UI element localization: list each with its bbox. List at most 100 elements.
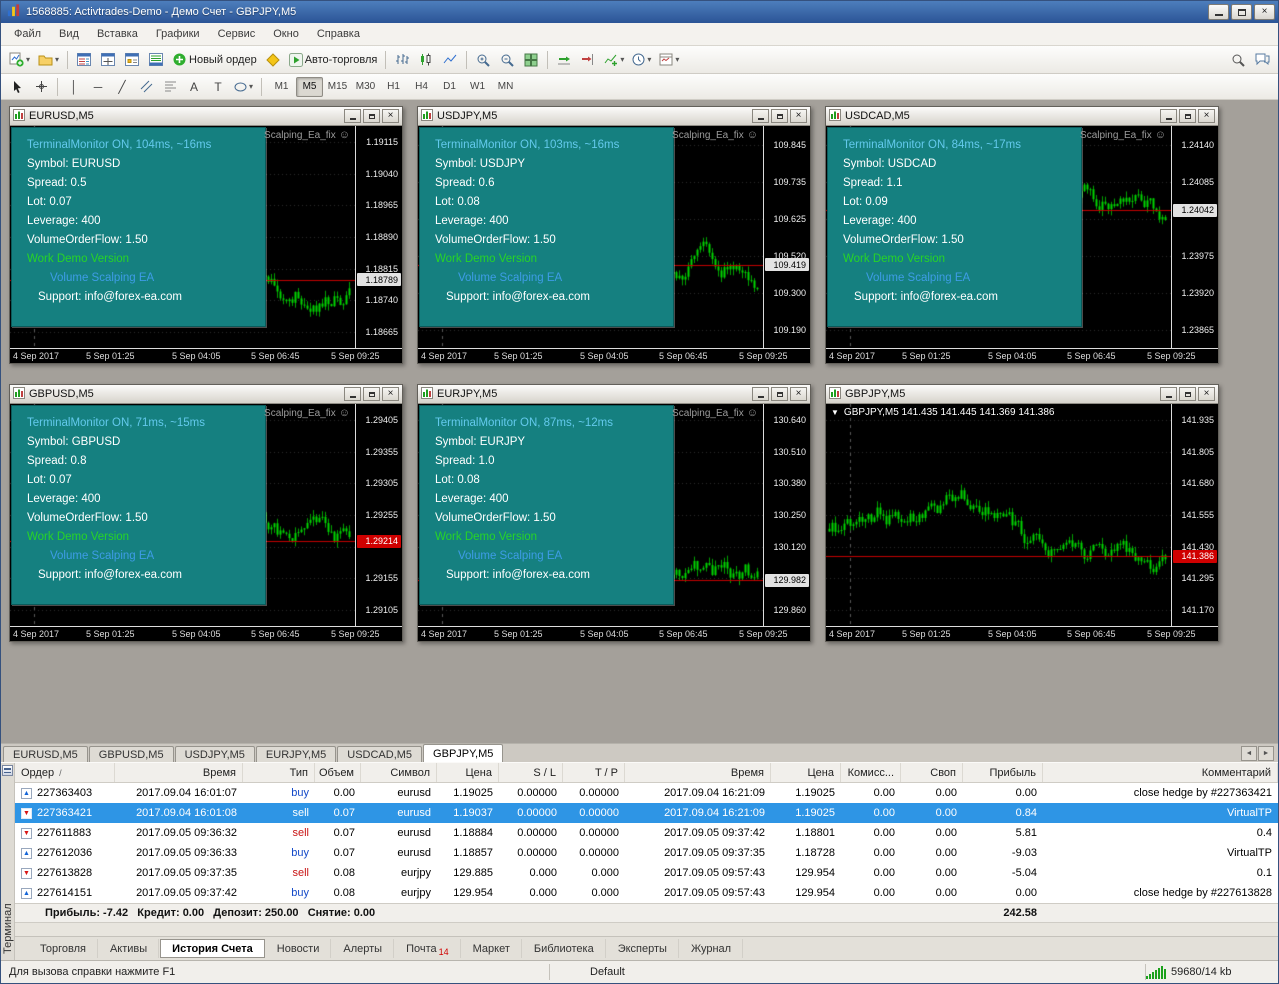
column-header-profit[interactable]: Прибыль — [963, 763, 1043, 782]
column-header-open_price[interactable]: Цена — [437, 763, 499, 782]
auto-scroll-button[interactable] — [552, 49, 576, 71]
chart-minimize-button[interactable] — [1160, 387, 1177, 401]
chart-plot-area[interactable]: TerminalMonitor ON, 103ms, ~16ms Symbol: … — [418, 126, 810, 363]
history-row[interactable]: ▼ 227611883 2017.09.05 09:36:32 sell 0.07 eur… — [15, 823, 1278, 843]
tile-windows-button[interactable] — [519, 49, 543, 71]
chart-minimize-button[interactable] — [752, 387, 769, 401]
cursor-button[interactable] — [5, 76, 29, 98]
menu-item-window[interactable]: Окно — [264, 23, 308, 45]
column-header-close_price[interactable]: Цена — [771, 763, 841, 782]
terminal-tab-alerts[interactable]: Алерты — [332, 939, 395, 958]
menu-item-help[interactable]: Справка — [308, 23, 369, 45]
search-button[interactable] — [1226, 49, 1250, 71]
terminal-tab-journal[interactable]: Журнал — [680, 939, 744, 958]
terminal-tab-market[interactable]: Маркет — [462, 939, 522, 958]
chart-titlebar[interactable]: EURJPY,M5 × — [418, 385, 810, 404]
terminal-tab-library[interactable]: Библиотека — [523, 939, 606, 958]
menu-item-tools[interactable]: Сервис — [209, 23, 265, 45]
column-header-tp[interactable]: T / P — [563, 763, 625, 782]
chart-close-button[interactable]: × — [382, 109, 399, 123]
status-profile[interactable]: Default — [550, 966, 1145, 978]
vertical-line-button[interactable]: │ — [62, 76, 86, 98]
column-header-commission[interactable]: Комисс... — [841, 763, 901, 782]
window-minimize-button[interactable] — [1208, 4, 1229, 20]
terminal-tab-mailbox[interactable]: Почта 14 — [395, 939, 461, 958]
chart-restore-button[interactable] — [771, 387, 788, 401]
chart-titlebar[interactable]: EURUSD,M5 × — [10, 107, 402, 126]
menu-item-charts[interactable]: Графики — [147, 23, 209, 45]
chart-titlebar[interactable]: USDJPY,M5 × — [418, 107, 810, 126]
market-watch-button[interactable] — [72, 49, 96, 71]
chart-close-button[interactable]: × — [790, 387, 807, 401]
channel-button[interactable] — [134, 76, 158, 98]
chart-restore-button[interactable] — [1179, 387, 1196, 401]
chart-tab-usdcad[interactable]: USDCAD,M5 — [337, 746, 423, 762]
chart-tab-gbpusd[interactable]: GBPUSD,M5 — [88, 746, 174, 762]
trendline-button[interactable]: ╱ — [110, 76, 134, 98]
window-close-button[interactable]: × — [1254, 4, 1275, 20]
line-chart-mode-button[interactable] — [438, 49, 462, 71]
label-button[interactable]: T — [206, 76, 230, 98]
menu-item-view[interactable]: Вид — [50, 23, 88, 45]
column-header-sl[interactable]: S / L — [499, 763, 563, 782]
chart-minimize-button[interactable] — [752, 109, 769, 123]
timeframe-button-d1[interactable]: D1 — [436, 77, 463, 97]
terminal-tab-trade[interactable]: Торговля — [29, 939, 98, 958]
chart-restore-button[interactable] — [363, 109, 380, 123]
terminal-button[interactable] — [144, 49, 168, 71]
chart-titlebar[interactable]: USDCAD,M5 × — [826, 107, 1218, 126]
timeframe-button-m15[interactable]: M15 — [324, 77, 351, 97]
horizontal-line-button[interactable]: ─ — [86, 76, 110, 98]
chart-tab-gbpjpy[interactable]: GBPJPY,M5 — [423, 744, 504, 762]
timeframe-button-mn[interactable]: MN — [492, 77, 519, 97]
chart-minimize-button[interactable] — [344, 387, 361, 401]
zoom-out-button[interactable] — [495, 49, 519, 71]
history-row[interactable]: ▲ 227614151 2017.09.05 09:37:42 buy 0.08 eurj… — [15, 883, 1278, 903]
data-window-button[interactable] — [96, 49, 120, 71]
terminal-grip-icon[interactable] — [2, 765, 13, 776]
fibonacci-button[interactable] — [158, 76, 182, 98]
column-header-type[interactable]: Тип — [243, 763, 315, 782]
column-header-comment[interactable]: Комментарий — [1043, 763, 1278, 782]
column-header-close_time[interactable]: Время — [625, 763, 771, 782]
crosshair-button[interactable] — [29, 76, 53, 98]
terminal-tab-experts[interactable]: Эксперты — [607, 939, 679, 958]
window-restore-button[interactable] — [1231, 4, 1252, 20]
chart-restore-button[interactable] — [771, 109, 788, 123]
column-header-volume[interactable]: Объем — [315, 763, 361, 782]
chart-shift-button[interactable] — [576, 49, 600, 71]
chart-tab-eurjpy[interactable]: EURJPY,M5 — [255, 746, 337, 762]
terminal-tab-news[interactable]: Новости — [266, 939, 332, 958]
chart-restore-button[interactable] — [1179, 109, 1196, 123]
chart-close-button[interactable]: × — [1198, 109, 1215, 123]
chart-close-button[interactable]: × — [382, 387, 399, 401]
chart-close-button[interactable]: × — [790, 109, 807, 123]
candle-chart-mode-button[interactable] — [414, 49, 438, 71]
terminal-tab-account-history[interactable]: История Счета — [160, 939, 265, 958]
column-header-symbol[interactable]: Символ — [361, 763, 437, 782]
zoom-in-button[interactable] — [471, 49, 495, 71]
column-header-swap[interactable]: Своп — [901, 763, 963, 782]
chart-tab-usdjpy[interactable]: USDJPY,M5 — [174, 746, 255, 762]
new-order-button[interactable]: Новый ордер — [168, 49, 261, 71]
navigator-button[interactable] — [120, 49, 144, 71]
indicators-button[interactable]: ▾ — [600, 49, 628, 71]
history-row[interactable]: ▲ 227363403 2017.09.04 16:01:07 buy 0.00 euru… — [15, 783, 1278, 803]
shapes-button[interactable]: ▾ — [230, 76, 257, 98]
chat-button[interactable] — [1250, 49, 1274, 71]
tab-scroll-left-button[interactable]: ◄ — [1241, 746, 1257, 761]
chart-titlebar[interactable]: GBPJPY,M5 × — [826, 385, 1218, 404]
periods-button[interactable]: ▾ — [628, 49, 655, 71]
chart-plot-area[interactable]: TerminalMonitor ON, 71ms, ~15ms Symbol: G… — [10, 404, 402, 641]
title-bar[interactable]: 1568885: Activtrades-Demo - Демо Счет - … — [1, 1, 1278, 23]
chart-plot-area[interactable]: TerminalMonitor ON, 84ms, ~17ms Symbol: U… — [826, 126, 1218, 363]
autotrading-button[interactable]: Авто-торговля — [285, 49, 382, 71]
timeframe-button-h4[interactable]: H4 — [408, 77, 435, 97]
menu-item-file[interactable]: Файл — [5, 23, 50, 45]
timeframe-button-h1[interactable]: H1 — [380, 77, 407, 97]
timeframe-button-w1[interactable]: W1 — [464, 77, 491, 97]
chart-tab-eurusd[interactable]: EURUSD,M5 — [3, 746, 88, 762]
new-chart-button[interactable]: ▾ — [5, 49, 34, 71]
chart-titlebar[interactable]: GBPUSD,M5 × — [10, 385, 402, 404]
timeframe-button-m30[interactable]: M30 — [352, 77, 379, 97]
